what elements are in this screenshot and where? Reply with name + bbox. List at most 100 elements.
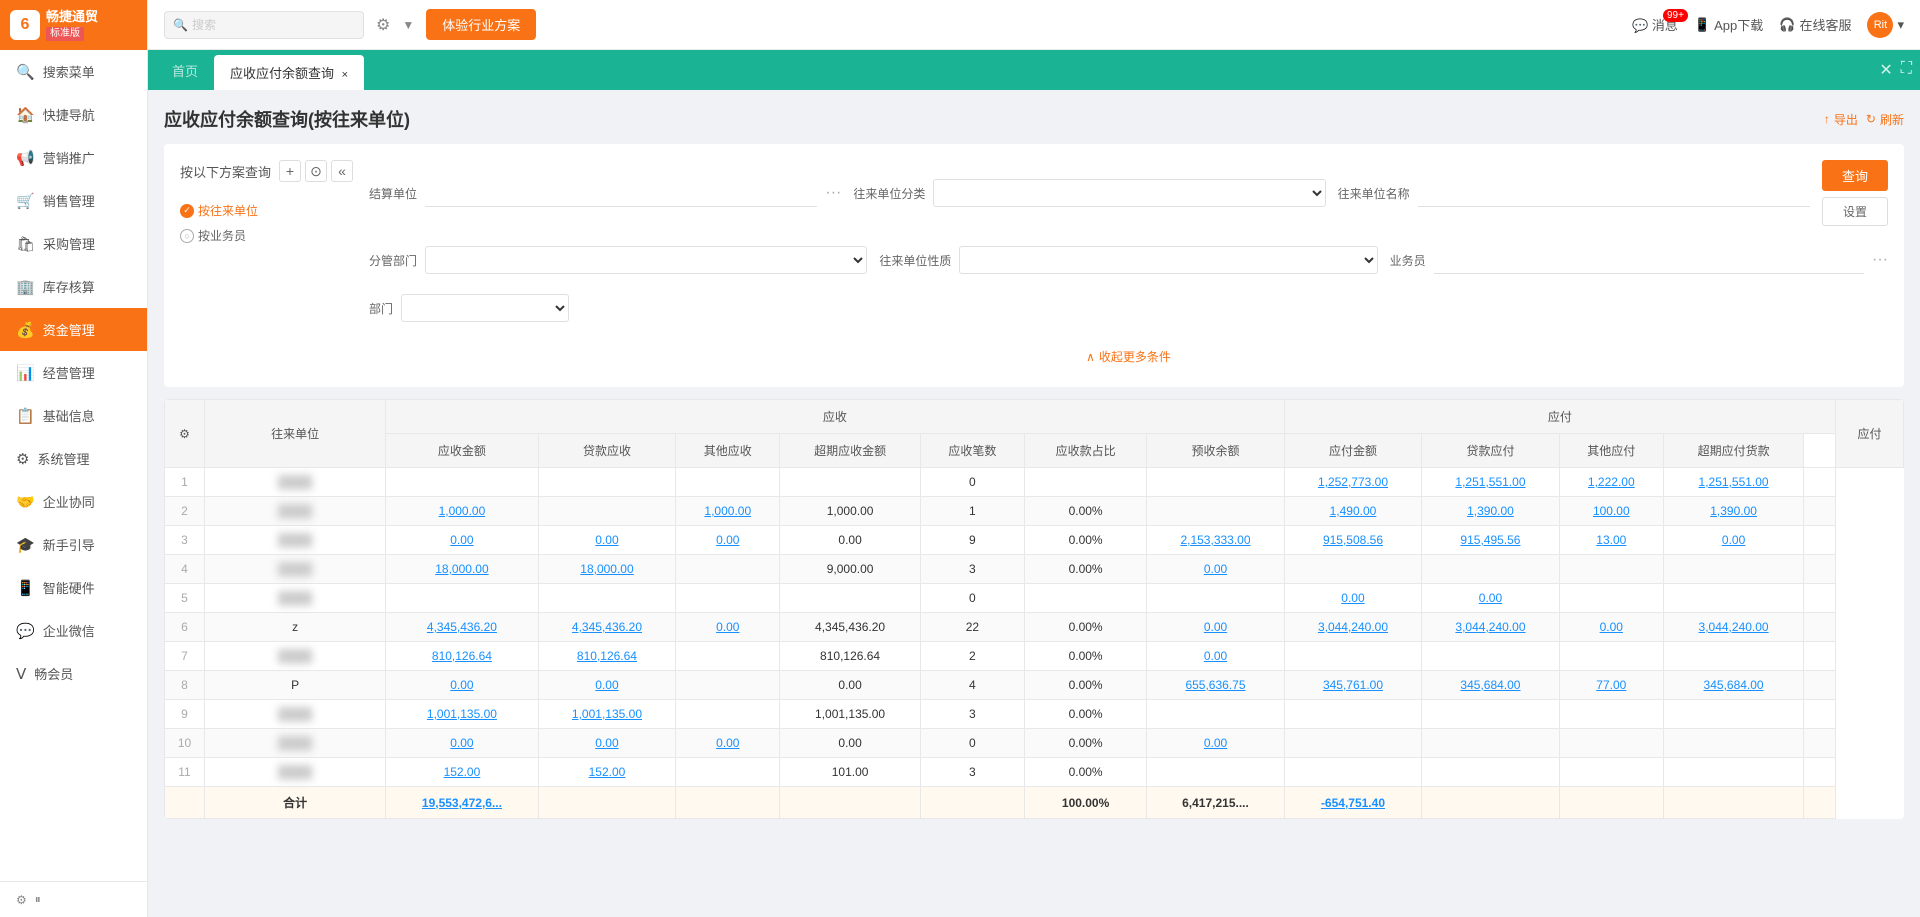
row-pay-extra — [1804, 497, 1836, 526]
unit-category-select[interactable] — [933, 179, 1325, 207]
row-pay-extra — [1804, 642, 1836, 671]
edit-scheme-btn[interactable]: ⊙ — [305, 160, 327, 182]
filter-action-btns: 查询 设置 — [1822, 160, 1888, 226]
sidebar-item-search-menu[interactable]: 🔍搜索菜单 — [0, 50, 147, 93]
footer-rec-amt[interactable]: 19,553,472,6... — [386, 787, 539, 819]
sidebar-item-smart-hw[interactable]: 📱智能硬件 — [0, 566, 147, 609]
th-rec-amt: 应收金额 — [386, 434, 539, 468]
messages-badge-container[interactable]: 💬 消息 99+ — [1632, 15, 1678, 34]
row-loan-pay — [1422, 758, 1559, 787]
row-loan-rec — [538, 497, 675, 526]
collapse-button[interactable]: ∧ 收起更多条件 — [369, 342, 1888, 371]
row-loan-pay — [1422, 700, 1559, 729]
query-button[interactable]: 查询 — [1822, 160, 1888, 191]
tab-balance-query[interactable]: 应收应付余额查询 × — [214, 55, 364, 90]
app-logo: 6 畅捷通贸 标准版 — [0, 0, 147, 50]
app-download-link[interactable]: 📱 App下载 — [1694, 15, 1763, 34]
page-actions: ↑ 导出 ↻ 刷新 — [1824, 111, 1904, 128]
purchase-icon: 🛍 — [16, 235, 35, 253]
row-other-pay — [1559, 555, 1663, 584]
division-select[interactable] — [425, 246, 867, 274]
th-loan-rec: 贷款应收 — [538, 434, 675, 468]
row-advance-bal — [1147, 758, 1284, 787]
table-settings-icon[interactable]: ⚙ — [179, 427, 190, 441]
sidebar-item-inventory[interactable]: 🏢库存核算 — [0, 265, 147, 308]
sidebar-item-basics[interactable]: 📋基础信息 — [0, 394, 147, 437]
row-rec-count: 0 — [920, 468, 1024, 497]
row-rec-amt: 152.00 — [386, 758, 539, 787]
row-rec-amt — [386, 468, 539, 497]
row-loan-pay — [1422, 642, 1559, 671]
row-pay-extra — [1804, 555, 1836, 584]
th-settings[interactable]: ⚙ — [165, 400, 205, 468]
promo-button[interactable]: 体验行业方案 — [426, 9, 536, 40]
row-index: 9 — [165, 700, 205, 729]
row-pay-extra — [1804, 758, 1836, 787]
expand-icon[interactable]: ▼ — [402, 18, 414, 32]
settings-icon[interactable]: ⚙ — [16, 893, 27, 907]
tab-close-icon[interactable]: × — [342, 69, 348, 81]
salesperson-dots-icon[interactable]: ··· — [1872, 251, 1888, 269]
sidebar-item-purchase[interactable]: 🛍采购管理 — [0, 222, 147, 265]
search-box[interactable]: 🔍 搜索 — [164, 11, 364, 39]
tab-home[interactable]: 首页 — [156, 53, 214, 88]
row-other-rec — [676, 671, 780, 700]
row-overdue-rec: 1,001,135.00 — [780, 700, 920, 729]
row-index: 8 — [165, 671, 205, 700]
row-pay-amt: 3,044,240.00 — [1284, 613, 1421, 642]
department-select[interactable] — [401, 294, 569, 322]
row-rec-ratio — [1024, 468, 1146, 497]
sidebar-item-finance[interactable]: 💰资金管理 — [0, 308, 147, 351]
settings-button[interactable]: 设置 — [1822, 197, 1888, 226]
row-unit: ████ — [205, 497, 386, 526]
export-button[interactable]: ↑ 导出 — [1824, 111, 1858, 128]
sidebar-item-enterprise[interactable]: 🤝企业协同 — [0, 480, 147, 523]
settlement-input[interactable] — [425, 179, 817, 207]
row-rec-count: 4 — [920, 671, 1024, 700]
unit-name-input[interactable] — [1418, 179, 1810, 207]
sidebar-item-marketing[interactable]: 📢营销推广 — [0, 136, 147, 179]
fullscreen-icon[interactable]: ⛶ — [1901, 60, 1912, 80]
table-row: 10 ████ 0.00 0.00 0.00 0.00 0 0.00% 0.00 — [165, 729, 1904, 758]
scheme-option-unit[interactable]: ✓ 按往来单位 — [180, 202, 353, 219]
sidebar-bottom: ⚙ ⏸ — [0, 881, 147, 917]
settlement-dots-icon[interactable]: ··· — [825, 184, 841, 202]
footer-loan-rec — [538, 787, 675, 819]
settings-gear-icon[interactable]: ⚙ — [376, 15, 390, 35]
refresh-button[interactable]: ↻ 刷新 — [1866, 111, 1904, 128]
close-window-icon[interactable]: ✕ — [1879, 60, 1892, 80]
unit-nature-select[interactable] — [959, 246, 1377, 274]
th-other-rec: 其他应收 — [676, 434, 780, 468]
sidebar-item-quick-nav[interactable]: 🏠快捷导航 — [0, 93, 147, 136]
collapse-scheme-btn[interactable]: « — [331, 160, 353, 182]
row-other-pay — [1559, 700, 1663, 729]
footer-other-pay — [1559, 787, 1663, 819]
finance-icon: 💰 — [16, 321, 35, 339]
user-menu[interactable]: Rit ▾ — [1867, 12, 1904, 38]
row-overdue-rec — [780, 584, 920, 613]
salesperson-input[interactable] — [1434, 246, 1864, 274]
download-icon: 📱 — [1694, 17, 1710, 33]
sidebar-item-newbie[interactable]: 🎓新手引导 — [0, 523, 147, 566]
row-other-pay — [1559, 584, 1663, 613]
add-scheme-btn[interactable]: + — [279, 160, 301, 182]
table-row: 7 ████ 810,126.64 810,126.64 810,126.64 … — [165, 642, 1904, 671]
sidebar-item-member[interactable]: Ⅴ畅会员 — [0, 652, 147, 695]
row-rec-count: 3 — [920, 555, 1024, 584]
data-table: ⚙ 往来单位 应收 应付 应付 应收金额 贷款应收 其他应收 超期应收金额 应收… — [164, 399, 1904, 819]
online-service-link[interactable]: 🎧 在线客服 — [1779, 15, 1851, 34]
collapse-icon[interactable]: ⏸ — [35, 892, 41, 907]
field-unit-name: 往来单位名称 — [1338, 179, 1810, 207]
row-advance-bal — [1147, 700, 1284, 729]
footer-pay-amt[interactable]: -654,751.40 — [1284, 787, 1421, 819]
chevron-down-icon: ▾ — [1897, 17, 1904, 33]
row-other-pay: 100.00 — [1559, 497, 1663, 526]
sidebar-item-system[interactable]: ⚙系统管理 — [0, 437, 147, 480]
scheme-option-salesperson[interactable]: ○ 按业务员 — [180, 227, 353, 244]
footer-overdue-rec — [780, 787, 920, 819]
sidebar-item-operations[interactable]: 📊经营管理 — [0, 351, 147, 394]
sidebar-item-wechat[interactable]: 💬企业微信 — [0, 609, 147, 652]
row-unit: P — [205, 671, 386, 700]
row-pay-extra — [1804, 729, 1836, 758]
sidebar-item-sales[interactable]: 🛒销售管理 — [0, 179, 147, 222]
